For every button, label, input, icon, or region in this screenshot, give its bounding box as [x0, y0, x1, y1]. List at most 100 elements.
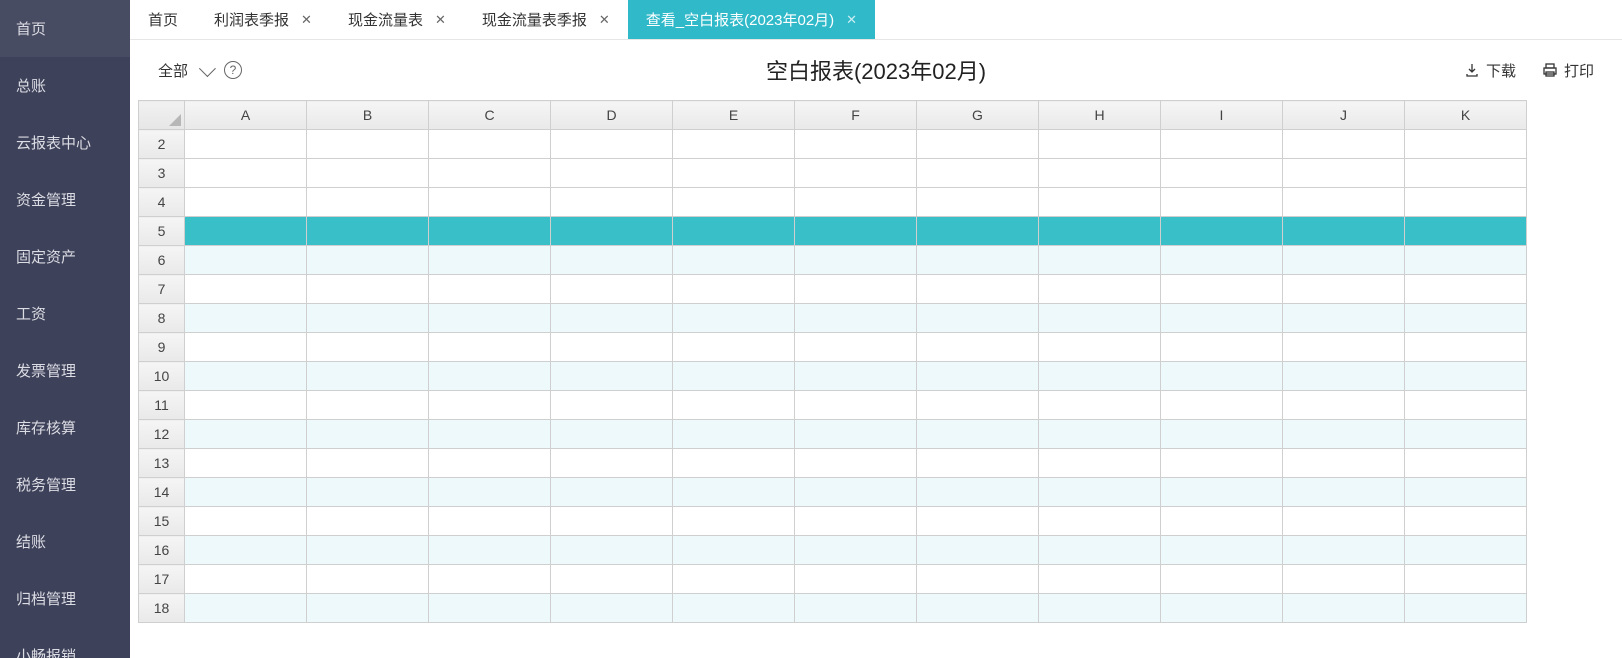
- cell[interactable]: [1283, 362, 1405, 391]
- cell[interactable]: [1405, 275, 1527, 304]
- cell[interactable]: [1405, 478, 1527, 507]
- cell[interactable]: [1405, 449, 1527, 478]
- cell[interactable]: [185, 449, 307, 478]
- cell[interactable]: [1161, 130, 1283, 159]
- cell[interactable]: [307, 159, 429, 188]
- cell[interactable]: [429, 594, 551, 623]
- cell[interactable]: [1039, 420, 1161, 449]
- cell[interactable]: [1405, 246, 1527, 275]
- cell[interactable]: [429, 478, 551, 507]
- cell[interactable]: [795, 507, 917, 536]
- cell[interactable]: [917, 130, 1039, 159]
- column-header[interactable]: J: [1283, 101, 1405, 130]
- cell[interactable]: [795, 333, 917, 362]
- row-header[interactable]: 18: [139, 594, 185, 623]
- close-icon[interactable]: ✕: [599, 12, 610, 28]
- cell[interactable]: [673, 478, 795, 507]
- cell[interactable]: [1039, 304, 1161, 333]
- sidebar-item-xiaochang-expense[interactable]: 小畅报销: [0, 627, 130, 658]
- cell[interactable]: [185, 246, 307, 275]
- row-header[interactable]: 13: [139, 449, 185, 478]
- cell[interactable]: [429, 536, 551, 565]
- cell[interactable]: [185, 188, 307, 217]
- cell[interactable]: [917, 478, 1039, 507]
- cell[interactable]: [1161, 304, 1283, 333]
- cell[interactable]: [917, 246, 1039, 275]
- cell[interactable]: [795, 246, 917, 275]
- cell[interactable]: [307, 594, 429, 623]
- cell[interactable]: [1161, 333, 1283, 362]
- row-header[interactable]: 10: [139, 362, 185, 391]
- cell[interactable]: [673, 536, 795, 565]
- sheet-table[interactable]: ABCDEFGHIJK23456789101112131415161718: [138, 100, 1527, 623]
- cell[interactable]: [1405, 391, 1527, 420]
- cell[interactable]: [551, 130, 673, 159]
- cell[interactable]: [551, 594, 673, 623]
- cell[interactable]: [307, 130, 429, 159]
- cell[interactable]: [307, 275, 429, 304]
- cell[interactable]: [429, 420, 551, 449]
- cell[interactable]: [673, 130, 795, 159]
- cell[interactable]: [551, 449, 673, 478]
- cell[interactable]: [673, 507, 795, 536]
- cell[interactable]: [307, 362, 429, 391]
- close-icon[interactable]: ✕: [846, 12, 857, 28]
- column-header[interactable]: I: [1161, 101, 1283, 130]
- cell[interactable]: [1161, 565, 1283, 594]
- sidebar-item-inventory-accounting[interactable]: 库存核算: [0, 399, 130, 456]
- cell[interactable]: [307, 304, 429, 333]
- cell[interactable]: [429, 275, 551, 304]
- sidebar-item-fund-management[interactable]: 资金管理: [0, 171, 130, 228]
- column-header[interactable]: F: [795, 101, 917, 130]
- cell[interactable]: [1161, 536, 1283, 565]
- close-icon[interactable]: ✕: [301, 12, 312, 28]
- spreadsheet[interactable]: ABCDEFGHIJK23456789101112131415161718: [130, 100, 1622, 658]
- cell[interactable]: [1161, 594, 1283, 623]
- cell[interactable]: [1283, 130, 1405, 159]
- help-icon[interactable]: ?: [224, 61, 242, 79]
- row-header[interactable]: 15: [139, 507, 185, 536]
- cell[interactable]: [917, 594, 1039, 623]
- cell[interactable]: [673, 188, 795, 217]
- cell[interactable]: [551, 217, 673, 246]
- cell[interactable]: [1405, 188, 1527, 217]
- cell[interactable]: [917, 304, 1039, 333]
- sidebar-item-salary[interactable]: 工资: [0, 285, 130, 342]
- cell[interactable]: [307, 391, 429, 420]
- filter-dropdown[interactable]: 全部 ?: [158, 60, 242, 81]
- cell[interactable]: [1161, 246, 1283, 275]
- cell[interactable]: [185, 478, 307, 507]
- cell[interactable]: [185, 594, 307, 623]
- cell[interactable]: [795, 478, 917, 507]
- cell[interactable]: [1161, 507, 1283, 536]
- cell[interactable]: [673, 246, 795, 275]
- cell[interactable]: [1161, 188, 1283, 217]
- cell[interactable]: [429, 333, 551, 362]
- cell[interactable]: [917, 449, 1039, 478]
- cell[interactable]: [1405, 565, 1527, 594]
- cell[interactable]: [307, 507, 429, 536]
- cell[interactable]: [185, 507, 307, 536]
- cell[interactable]: [1283, 536, 1405, 565]
- cell[interactable]: [1283, 507, 1405, 536]
- cell[interactable]: [1161, 449, 1283, 478]
- cell[interactable]: [429, 217, 551, 246]
- cell[interactable]: [307, 536, 429, 565]
- cell[interactable]: [185, 391, 307, 420]
- cell[interactable]: [1039, 333, 1161, 362]
- column-header[interactable]: C: [429, 101, 551, 130]
- cell[interactable]: [185, 275, 307, 304]
- row-header[interactable]: 7: [139, 275, 185, 304]
- cell[interactable]: [1039, 246, 1161, 275]
- tab-view-blank-report[interactable]: 查看_空白报表(2023年02月) ✕: [628, 0, 875, 39]
- row-header[interactable]: 4: [139, 188, 185, 217]
- cell[interactable]: [429, 188, 551, 217]
- cell[interactable]: [551, 362, 673, 391]
- sidebar-item-archive-management[interactable]: 归档管理: [0, 570, 130, 627]
- cell[interactable]: [1039, 217, 1161, 246]
- cell[interactable]: [673, 362, 795, 391]
- sidebar-item-closing[interactable]: 结账: [0, 513, 130, 570]
- cell[interactable]: [673, 275, 795, 304]
- cell[interactable]: [1283, 246, 1405, 275]
- cell[interactable]: [1283, 449, 1405, 478]
